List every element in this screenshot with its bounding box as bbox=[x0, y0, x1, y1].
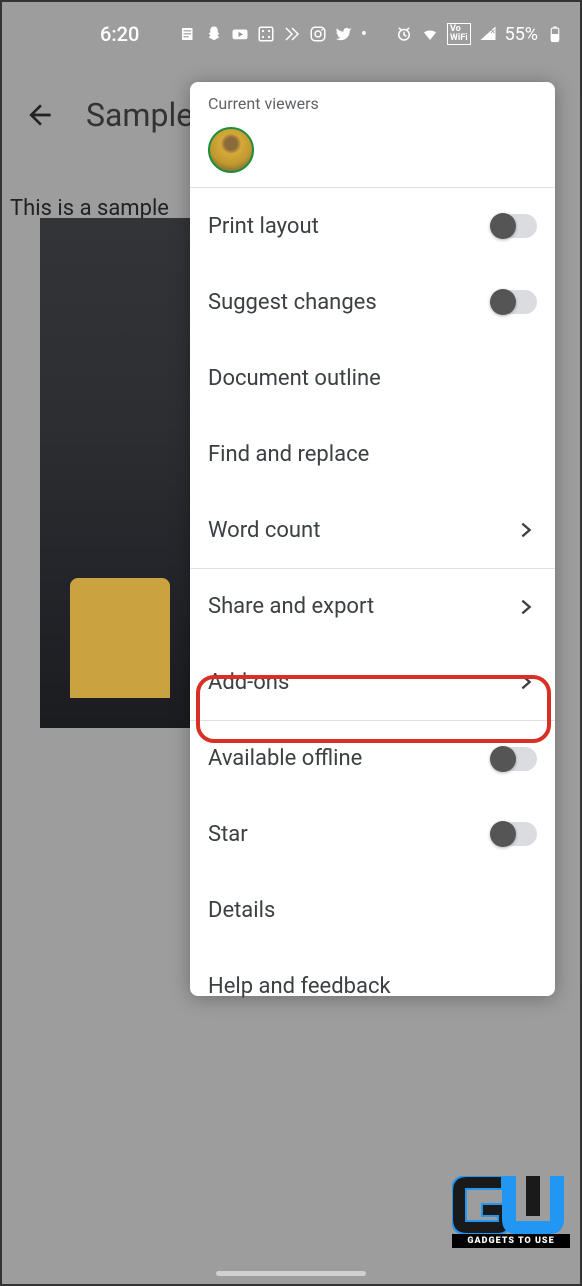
app-icon bbox=[283, 25, 301, 43]
notification-icon bbox=[179, 25, 197, 43]
battery-text: 55% bbox=[505, 24, 538, 45]
overflow-menu: Current viewers Print layout Suggest cha… bbox=[190, 82, 555, 996]
battery-icon bbox=[546, 25, 564, 43]
menu-star[interactable]: Star bbox=[190, 796, 555, 872]
back-button[interactable] bbox=[22, 97, 58, 133]
document-title: Sample bbox=[86, 96, 193, 134]
menu-label: Document outline bbox=[208, 366, 381, 391]
menu-label: Details bbox=[208, 898, 275, 923]
menu-label: Suggest changes bbox=[208, 290, 377, 315]
viewer-avatar[interactable] bbox=[208, 127, 254, 173]
navigation-handle[interactable] bbox=[216, 1271, 366, 1276]
star-toggle[interactable] bbox=[491, 822, 537, 846]
viewers-row bbox=[190, 117, 555, 188]
signal-icon: ✕ bbox=[479, 25, 497, 43]
snapchat-icon bbox=[205, 25, 223, 43]
suggest-changes-toggle[interactable] bbox=[491, 290, 537, 314]
menu-details[interactable]: Details bbox=[190, 872, 555, 948]
watermark-logo: GADGETS TO USE bbox=[452, 1176, 572, 1248]
apps-icon bbox=[257, 25, 275, 43]
offline-toggle[interactable] bbox=[491, 747, 537, 771]
menu-label: Share and export bbox=[208, 594, 374, 619]
menu-label: Help and feedback bbox=[208, 974, 391, 999]
menu-word-count[interactable]: Word count bbox=[190, 492, 555, 568]
twitter-icon bbox=[335, 25, 353, 43]
wifi-icon bbox=[421, 25, 439, 43]
instagram-icon bbox=[309, 25, 327, 43]
chevron-right-icon bbox=[515, 519, 537, 541]
menu-share-export[interactable]: Share and export bbox=[190, 568, 555, 644]
svg-text:✕: ✕ bbox=[489, 27, 495, 36]
watermark-text: GADGETS TO USE bbox=[452, 1234, 570, 1248]
vowifi-indicator: VoWiFi bbox=[447, 23, 471, 45]
print-layout-toggle[interactable] bbox=[491, 214, 537, 238]
current-viewers-label: Current viewers bbox=[190, 82, 555, 117]
menu-suggest-changes[interactable]: Suggest changes bbox=[190, 264, 555, 340]
menu-label: Star bbox=[208, 822, 248, 847]
menu-help-feedback[interactable]: Help and feedback bbox=[190, 948, 555, 1024]
logo-u-icon bbox=[502, 1176, 564, 1234]
menu-print-layout[interactable]: Print layout bbox=[190, 188, 555, 264]
menu-find-replace[interactable]: Find and replace bbox=[190, 416, 555, 492]
image-object bbox=[70, 578, 170, 698]
menu-label: Available offline bbox=[208, 746, 362, 771]
alarm-icon bbox=[395, 25, 413, 43]
more-dot: • bbox=[361, 24, 367, 45]
menu-label: Word count bbox=[208, 518, 320, 543]
youtube-icon bbox=[231, 25, 249, 43]
menu-document-outline[interactable]: Document outline bbox=[190, 340, 555, 416]
annotation-highlight bbox=[196, 675, 551, 743]
status-bar: 6:20 • VoWiFi ✕ 55% bbox=[0, 16, 574, 52]
chevron-right-icon bbox=[515, 596, 537, 618]
status-time: 6:20 bbox=[100, 22, 139, 46]
menu-label: Find and replace bbox=[208, 442, 369, 467]
menu-label: Print layout bbox=[208, 214, 319, 239]
